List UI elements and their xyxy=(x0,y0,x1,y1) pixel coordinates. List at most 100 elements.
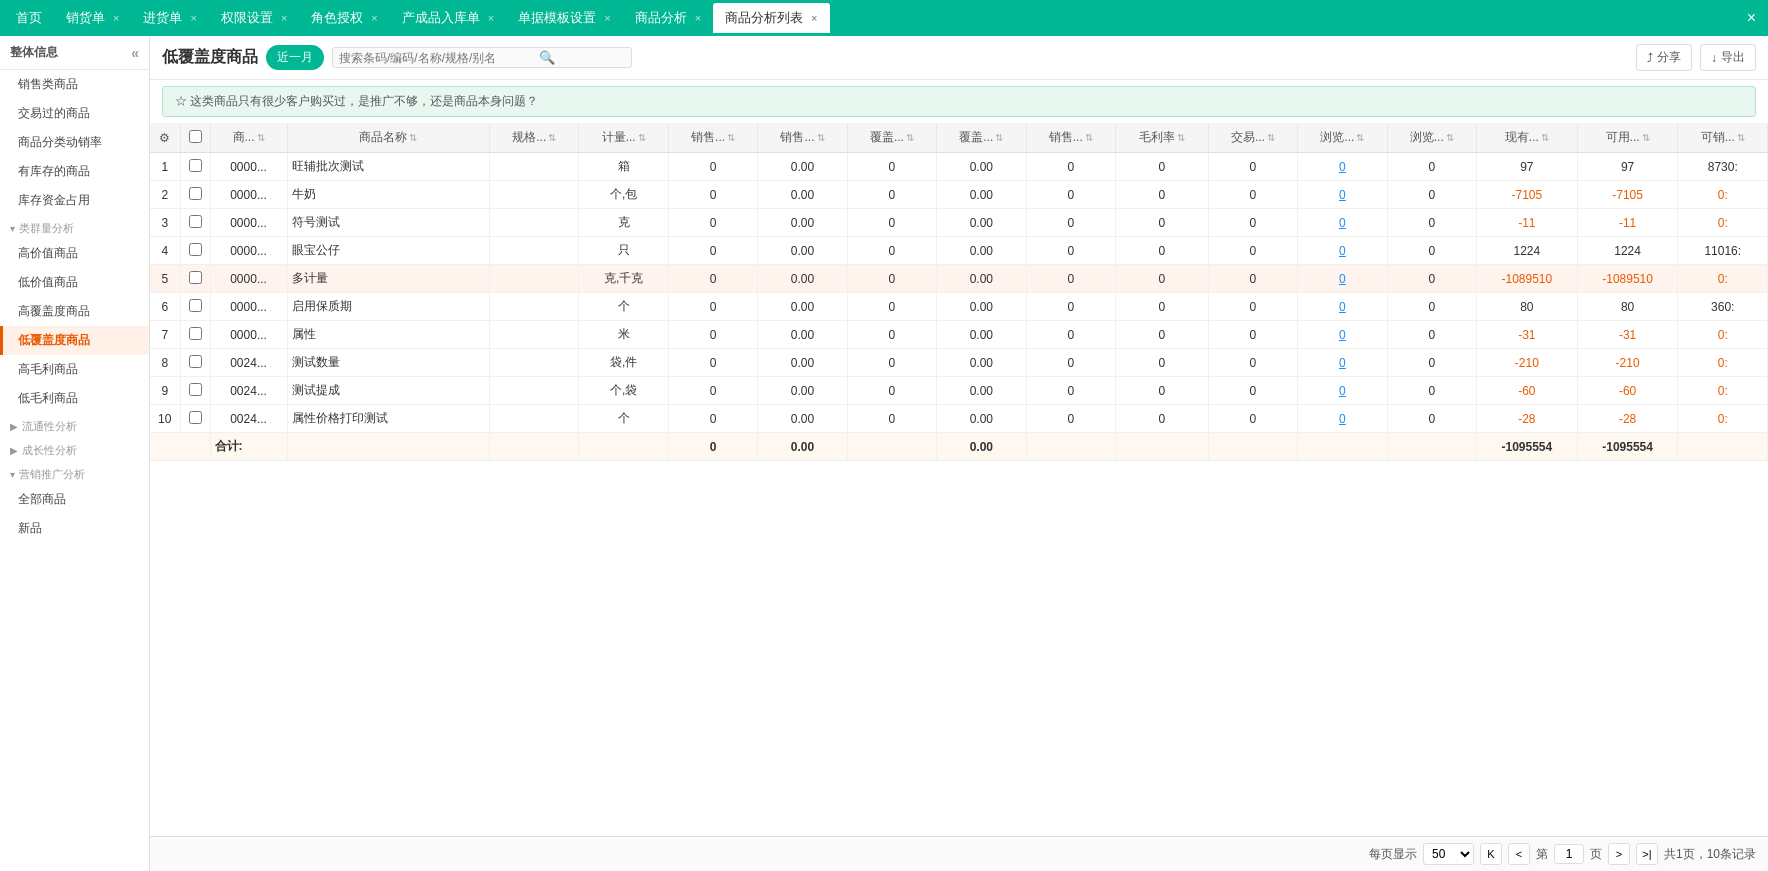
first-page-button[interactable]: K xyxy=(1480,843,1502,865)
row-checkbox[interactable] xyxy=(180,405,210,433)
row-browse1[interactable]: 0 xyxy=(1298,293,1387,321)
sidebar-group-growth[interactable]: ▶ 成长性分析 xyxy=(0,437,149,461)
row-browse1[interactable]: 0 xyxy=(1298,349,1387,377)
row-checkbox[interactable] xyxy=(180,237,210,265)
browse1-link[interactable]: 0 xyxy=(1339,356,1346,370)
row-checkbox[interactable] xyxy=(180,181,210,209)
select-all-checkbox[interactable] xyxy=(189,130,202,143)
close-analysis-list-icon[interactable]: × xyxy=(811,12,817,24)
sales-amt-column-header[interactable]: 销售...⇅ xyxy=(758,123,847,153)
row-checkbox[interactable] xyxy=(180,293,210,321)
page-number-input[interactable] xyxy=(1554,844,1584,864)
sidebar-item-stocked-goods[interactable]: 有库存的商品 xyxy=(0,157,149,186)
search-icon[interactable]: 🔍 xyxy=(539,50,555,65)
settings-column-header[interactable]: ⚙ xyxy=(150,123,180,153)
sidebar-item-high-margin[interactable]: 高毛利商品 xyxy=(0,355,149,384)
code-column-header[interactable]: 商...⇅ xyxy=(210,123,287,153)
current-stock-column-header[interactable]: 现有...⇅ xyxy=(1477,123,1578,153)
row-checkbox[interactable] xyxy=(180,321,210,349)
sidebar-item-category-rate[interactable]: 商品分类动销率 xyxy=(0,128,149,157)
sidebar-item-all-goods[interactable]: 全部商品 xyxy=(0,485,149,514)
row-browse1[interactable]: 0 xyxy=(1298,321,1387,349)
sidebar-item-traded-goods[interactable]: 交易过的商品 xyxy=(0,99,149,128)
row-checkbox[interactable] xyxy=(180,265,210,293)
browse1-column-header[interactable]: 浏览...⇅ xyxy=(1298,123,1387,153)
sidebar-item-low-coverage[interactable]: 低覆盖度商品 xyxy=(0,326,149,355)
close-analysis-icon[interactable]: × xyxy=(695,12,701,24)
row-browse1[interactable]: 0 xyxy=(1298,181,1387,209)
browse1-link[interactable]: 0 xyxy=(1339,160,1346,174)
close-permissions-icon[interactable]: × xyxy=(281,12,287,24)
cover1-column-header[interactable]: 覆盖...⇅ xyxy=(847,123,936,153)
margin-column-header[interactable]: 毛利率⇅ xyxy=(1115,123,1208,153)
unit-column-header[interactable]: 计量...⇅ xyxy=(579,123,668,153)
sales3-column-header[interactable]: 销售...⇅ xyxy=(1026,123,1115,153)
row-checkbox[interactable] xyxy=(180,349,210,377)
nav-tab-warehouse[interactable]: 产成品入库单 × xyxy=(390,3,506,33)
nav-tab-template[interactable]: 单据模板设置 × xyxy=(506,3,622,33)
sidebar-item-capital[interactable]: 库存资金占用 xyxy=(0,186,149,215)
browse1-link[interactable]: 0 xyxy=(1339,412,1346,426)
close-warehouse-icon[interactable]: × xyxy=(488,12,494,24)
sidebar-group-circulation[interactable]: ▶ 流通性分析 xyxy=(0,413,149,437)
filter-recent-month-button[interactable]: 近一月 xyxy=(266,45,324,70)
trade-column-header[interactable]: 交易...⇅ xyxy=(1208,123,1297,153)
row-checkbox[interactable] xyxy=(180,377,210,405)
nav-tab-roles[interactable]: 角色授权 × xyxy=(299,3,389,33)
browse1-link[interactable]: 0 xyxy=(1339,244,1346,258)
row-checkbox[interactable] xyxy=(180,153,210,181)
summary-sellable-cell xyxy=(1678,433,1768,461)
sidebar-group-marketing[interactable]: ▾ 营销推广分析 xyxy=(0,461,149,485)
row-browse1[interactable]: 0 xyxy=(1298,377,1387,405)
browse1-link[interactable]: 0 xyxy=(1339,384,1346,398)
row-browse1[interactable]: 0 xyxy=(1298,237,1387,265)
nav-tab-analysis[interactable]: 商品分析 × xyxy=(623,3,713,33)
nav-tab-purchase[interactable]: 进货单 × xyxy=(131,3,208,33)
row-browse1[interactable]: 0 xyxy=(1298,153,1387,181)
table-wrapper[interactable]: ⚙ 商...⇅ 商品名称⇅ 规格...⇅ 计量...⇅ 销售...⇅ 销售...… xyxy=(150,123,1768,836)
sellable-column-header[interactable]: 可销...⇅ xyxy=(1678,123,1768,153)
close-template-icon[interactable]: × xyxy=(604,12,610,24)
search-input[interactable] xyxy=(339,51,539,65)
close-purchase-icon[interactable]: × xyxy=(190,12,196,24)
browse1-link[interactable]: 0 xyxy=(1339,188,1346,202)
browse1-link[interactable]: 0 xyxy=(1339,328,1346,342)
available-column-header[interactable]: 可用...⇅ xyxy=(1577,123,1678,153)
sidebar-item-new-goods[interactable]: 新品 xyxy=(0,514,149,543)
sales-qty-column-header[interactable]: 销售...⇅ xyxy=(668,123,757,153)
window-close-button[interactable]: × xyxy=(1739,5,1764,31)
sidebar-item-low-value[interactable]: 低价值商品 xyxy=(0,268,149,297)
share-button[interactable]: ⤴ 分享 xyxy=(1636,44,1692,71)
sidebar-item-high-coverage[interactable]: 高覆盖度商品 xyxy=(0,297,149,326)
close-roles-icon[interactable]: × xyxy=(371,12,377,24)
nav-tab-sales[interactable]: 销货单 × xyxy=(54,3,131,33)
spec-column-header[interactable]: 规格...⇅ xyxy=(490,123,579,153)
sidebar-item-low-margin[interactable]: 低毛利商品 xyxy=(0,384,149,413)
page-size-select[interactable]: 50 100 200 xyxy=(1423,843,1474,865)
column-settings-icon[interactable]: ⚙ xyxy=(159,131,170,145)
cover2-column-header[interactable]: 覆盖...⇅ xyxy=(937,123,1026,153)
name-column-header[interactable]: 商品名称⇅ xyxy=(287,123,489,153)
sidebar-group-cluster[interactable]: ▾ 类群量分析 xyxy=(0,215,149,239)
row-browse1[interactable]: 0 xyxy=(1298,405,1387,433)
prev-page-button[interactable]: < xyxy=(1508,843,1530,865)
sidebar-collapse-button[interactable]: « xyxy=(131,45,139,61)
sidebar-item-sales-goods[interactable]: 销售类商品 xyxy=(0,70,149,99)
row-browse1[interactable]: 0 xyxy=(1298,209,1387,237)
next-page-button[interactable]: > xyxy=(1608,843,1630,865)
row-cover1: 0 xyxy=(847,321,936,349)
browse1-link[interactable]: 0 xyxy=(1339,272,1346,286)
close-sales-icon[interactable]: × xyxy=(113,12,119,24)
last-page-button[interactable]: >| xyxy=(1636,843,1658,865)
export-button[interactable]: ↓ 导出 xyxy=(1700,44,1756,71)
browse2-column-header[interactable]: 浏览...⇅ xyxy=(1387,123,1476,153)
checkbox-column-header[interactable] xyxy=(180,123,210,153)
browse1-link[interactable]: 0 xyxy=(1339,300,1346,314)
nav-tab-home[interactable]: 首页 xyxy=(4,3,54,33)
sidebar-item-high-value[interactable]: 高价值商品 xyxy=(0,239,149,268)
browse1-link[interactable]: 0 xyxy=(1339,216,1346,230)
nav-tab-permissions[interactable]: 权限设置 × xyxy=(209,3,299,33)
row-browse1[interactable]: 0 xyxy=(1298,265,1387,293)
nav-tab-analysis-list[interactable]: 商品分析列表 × xyxy=(713,3,829,33)
row-checkbox[interactable] xyxy=(180,209,210,237)
